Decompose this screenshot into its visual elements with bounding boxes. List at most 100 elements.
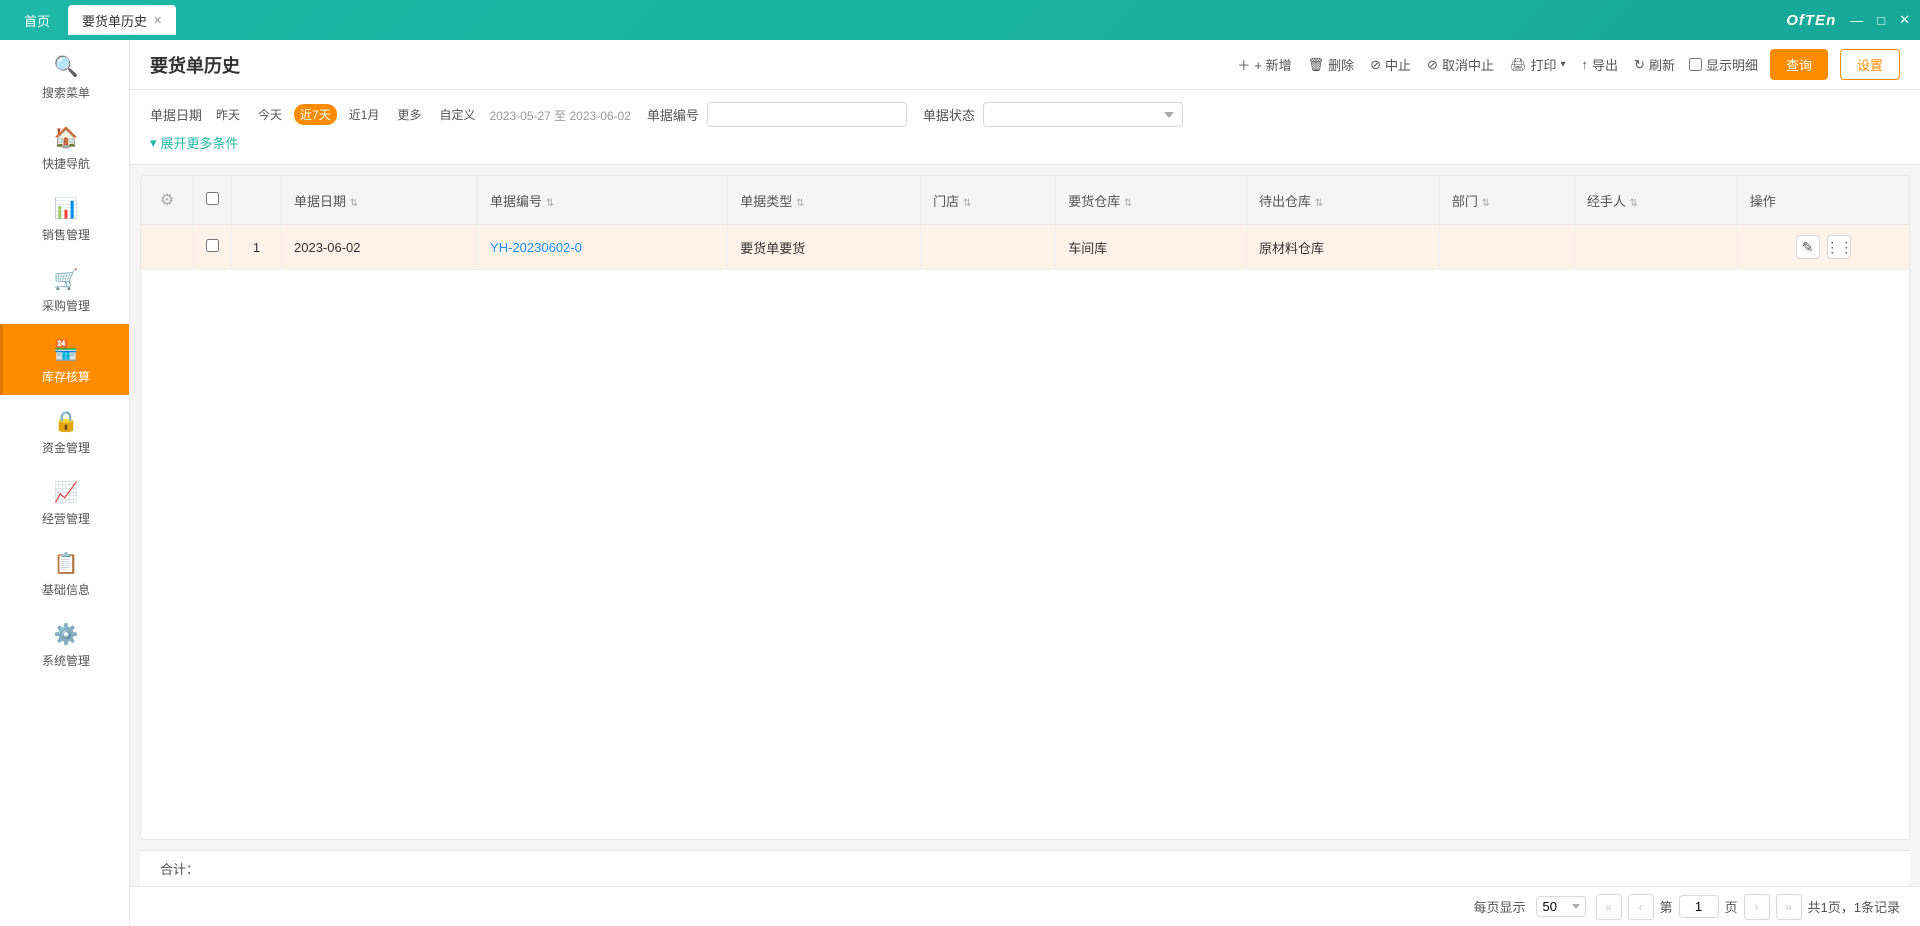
content-area: 要货单历史 ＋ + 新增 🗑 删除 ⊘ 中止 ⊘ 取消中止 xyxy=(130,40,1920,926)
th-req-warehouse[interactable]: 要货仓库 ⇅ xyxy=(1056,176,1247,225)
requisition-tab-label: 要货单历史 xyxy=(82,11,147,30)
cancel-suspend-button[interactable]: ⊘ 取消中止 xyxy=(1425,51,1496,78)
suspend-button[interactable]: ⊘ 中止 xyxy=(1368,51,1413,78)
top-bar-right: OfTEn — □ ✕ xyxy=(1786,12,1910,29)
row-checkbox[interactable] xyxy=(206,239,219,252)
doc-number-link[interactable]: YH-20230602-0 xyxy=(490,240,582,255)
query-button[interactable]: 查询 xyxy=(1770,49,1828,80)
row-doc-number: YH-20230602-0 xyxy=(478,225,728,270)
finance-mgmt-icon: 🔒 xyxy=(54,409,79,434)
window-minimize-icon[interactable]: — xyxy=(1850,13,1863,28)
sidebar-item-finance-mgmt-label: 资金管理 xyxy=(42,439,90,456)
th-department[interactable]: 部门 ⇅ xyxy=(1439,176,1574,225)
select-all-checkbox[interactable] xyxy=(206,192,219,205)
row-checkbox-cell xyxy=(194,225,232,270)
sidebar-item-basic-info[interactable]: 📋 基础信息 xyxy=(0,537,129,608)
display-detail-label: 显示明细 xyxy=(1706,55,1758,74)
page-suffix: 页 xyxy=(1725,897,1738,916)
date-btn-1month[interactable]: 近1月 xyxy=(343,104,386,125)
th-doc-type[interactable]: 单据类型 ⇅ xyxy=(728,176,921,225)
sort-handler-icon[interactable]: ⇅ xyxy=(1630,198,1638,209)
date-btn-yesterday[interactable]: 昨天 xyxy=(210,104,246,125)
date-range-text: 2023-05-27 至 2023-06-02 xyxy=(489,107,630,124)
date-btn-more[interactable]: 更多 xyxy=(391,104,427,125)
sidebar-item-sales-mgmt[interactable]: 📊 销售管理 xyxy=(0,182,129,253)
doc-status-select[interactable] xyxy=(983,102,1183,127)
sidebar: 🔍 搜索菜单 🏠 快捷导航 📊 销售管理 🛒 采购管理 🏪 库存核算 🔒 资金管… xyxy=(0,40,130,926)
ops-mgmt-icon: 📈 xyxy=(54,480,79,505)
doc-number-label: 单据编号 xyxy=(647,105,699,124)
sales-mgmt-icon: 📊 xyxy=(54,196,79,221)
window-close-icon[interactable]: ✕ xyxy=(1899,12,1910,28)
sidebar-item-ops-mgmt[interactable]: 📈 经营管理 xyxy=(0,466,129,537)
row-delete-button[interactable]: ⋮⋮ xyxy=(1827,235,1851,259)
doc-status-label: 单据状态 xyxy=(923,105,975,124)
page-size-select[interactable]: 20 50 100 200 xyxy=(1536,896,1586,917)
window-maximize-icon[interactable]: □ xyxy=(1877,13,1885,28)
sort-doc-date-icon[interactable]: ⇅ xyxy=(350,198,358,209)
date-btn-today[interactable]: 今天 xyxy=(252,104,288,125)
sort-department-icon[interactable]: ⇅ xyxy=(1481,198,1489,209)
cancel-suspend-label: 取消中止 xyxy=(1442,55,1494,74)
sidebar-item-basic-info-label: 基础信息 xyxy=(42,581,90,598)
row-store xyxy=(921,225,1056,270)
prev-page-button[interactable]: ‹ xyxy=(1628,894,1654,920)
expand-more-btn[interactable]: ▾ 展开更多条件 xyxy=(150,133,1900,152)
table-container: ⚙ 单据日期 ⇅ 单据编号 ⇅ xyxy=(140,175,1910,840)
sort-store-icon[interactable]: ⇅ xyxy=(963,198,971,209)
print-dropdown-icon[interactable]: ▾ xyxy=(1560,59,1565,70)
sort-doc-number-icon[interactable]: ⇅ xyxy=(546,198,554,209)
th-doc-number[interactable]: 单据编号 ⇅ xyxy=(478,176,728,225)
filter-row: 单据日期 昨天 今天 近7天 近1月 更多 自定义 2023-05-27 至 2… xyxy=(150,102,1900,127)
settings-button[interactable]: 设置 xyxy=(1840,49,1900,80)
toolbar: ＋ + 新增 🗑 删除 ⊘ 中止 ⊘ 取消中止 🖨 打印 xyxy=(1235,49,1900,80)
sidebar-item-purchase-mgmt[interactable]: 🛒 采购管理 xyxy=(0,253,129,324)
page-title: 要货单历史 xyxy=(150,52,240,78)
doc-number-input[interactable] xyxy=(707,102,907,127)
date-btn-7days[interactable]: 近7天 xyxy=(294,104,337,125)
display-detail-checkbox[interactable] xyxy=(1689,58,1702,71)
table-settings-gear-button[interactable]: ⚙ xyxy=(153,186,181,214)
sidebar-item-quick-nav[interactable]: 🏠 快捷导航 xyxy=(0,111,129,182)
doc-status-filter-group: 单据状态 xyxy=(923,102,1183,127)
tab-requisition-history[interactable]: 要货单历史 ✕ xyxy=(68,5,176,35)
sidebar-item-search-menu[interactable]: 🔍 搜索菜单 xyxy=(0,40,129,111)
date-btn-custom[interactable]: 自定义 xyxy=(433,104,481,125)
row-index-cell: 1 xyxy=(232,225,282,270)
sidebar-item-sales-mgmt-label: 销售管理 xyxy=(42,226,90,243)
row-settings-cell xyxy=(141,225,194,270)
first-page-button[interactable]: « xyxy=(1596,894,1622,920)
row-edit-button[interactable]: ✎ xyxy=(1796,235,1820,259)
page-number-input[interactable] xyxy=(1679,895,1719,918)
th-store[interactable]: 门店 ⇅ xyxy=(921,176,1056,225)
print-button[interactable]: 🖨 打印 ▾ xyxy=(1508,51,1568,78)
sort-req-warehouse-icon[interactable]: ⇅ xyxy=(1124,198,1132,209)
th-doc-date[interactable]: 单据日期 ⇅ xyxy=(282,176,478,225)
delete-icon: 🗑 xyxy=(1308,57,1325,73)
sidebar-item-finance-mgmt[interactable]: 🔒 资金管理 xyxy=(0,395,129,466)
delete-button[interactable]: 🗑 删除 xyxy=(1306,51,1357,78)
pagination-bar: 每页显示 20 50 100 200 « ‹ 第 页 › » 共1页，1条记录 xyxy=(130,886,1920,926)
sidebar-item-inventory-calc[interactable]: 🏪 库存核算 xyxy=(0,324,129,395)
footer-area: 合计： xyxy=(140,850,1910,886)
close-tab-icon[interactable]: ✕ xyxy=(153,14,162,27)
row-doc-type: 要货单要货 xyxy=(728,225,921,270)
export-button[interactable]: ↑ 导出 xyxy=(1580,51,1621,78)
next-page-button[interactable]: › xyxy=(1744,894,1770,920)
th-index xyxy=(232,176,282,225)
sidebar-item-sys-mgmt[interactable]: ⚙️ 系统管理 xyxy=(0,608,129,679)
sort-dest-warehouse-icon[interactable]: ⇅ xyxy=(1315,198,1323,209)
sort-doc-type-icon[interactable]: ⇅ xyxy=(796,198,804,209)
tab-home[interactable]: 首页 xyxy=(10,5,64,35)
th-dest-warehouse[interactable]: 待出仓库 ⇅ xyxy=(1246,176,1439,225)
sidebar-item-quick-nav-label: 快捷导航 xyxy=(42,155,90,172)
table-row: 1 2023-06-02 YH-20230602-0 要货单要货 车间库 原材料… xyxy=(141,225,1909,270)
th-handler[interactable]: 经手人 ⇅ xyxy=(1574,176,1737,225)
print-label: 打印 xyxy=(1530,55,1556,74)
suspend-label: 中止 xyxy=(1385,55,1411,74)
last-page-button[interactable]: » xyxy=(1776,894,1802,920)
refresh-button[interactable]: ↻ 刷新 xyxy=(1632,51,1677,78)
row-req-warehouse: 车间库 xyxy=(1056,225,1247,270)
display-detail-button[interactable]: 显示明细 xyxy=(1689,55,1758,74)
add-button[interactable]: ＋ + 新增 xyxy=(1235,51,1293,78)
